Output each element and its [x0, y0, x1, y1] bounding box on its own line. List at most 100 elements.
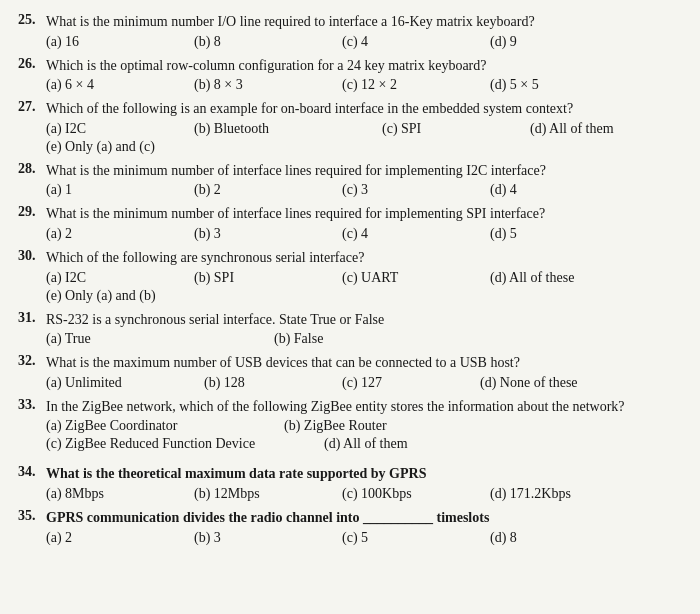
question-text: What is the minimum number I/O line requ…: [46, 12, 682, 32]
option: (c) UART: [342, 270, 482, 286]
options-line: (e) Only (a) and (b): [18, 288, 682, 304]
option: (b) SPI: [194, 270, 334, 286]
option: (d) 5: [490, 226, 630, 242]
options-line: (a) 8Mbps (b) 12Mbps (c) 100Kbps (d) 171.2K…: [18, 486, 682, 502]
question-line: 31.RS-232 is a synchronous serial interf…: [18, 310, 682, 330]
option: (c) ZigBee Reduced Function Device: [46, 436, 316, 452]
question-block: 33.In the ZigBee network, which of the f…: [18, 397, 682, 453]
question-line: 35.GPRS communication divides the radio …: [18, 508, 682, 528]
options-line: (a) 2 (b) 3 (c) 5 (d) 8: [18, 530, 682, 546]
question-line: 32.What is the maximum number of USB dev…: [18, 353, 682, 373]
question-line: 27.Which of the following is an example …: [18, 99, 682, 119]
options-line: (a) 16 (b) 8 (c) 4 (d) 9: [18, 34, 682, 50]
option: (c) SPI: [382, 121, 522, 137]
question-number: 29.: [18, 204, 46, 224]
option: (d) 171.2Kbps: [490, 486, 640, 502]
option: (b) 2: [194, 182, 334, 198]
options-line: (e) Only (a) and (c): [18, 139, 682, 155]
option: (a) 1: [46, 182, 186, 198]
option: (d) 9: [490, 34, 630, 50]
question-number: 32.: [18, 353, 46, 373]
option: (b) 3: [194, 226, 334, 242]
question-line: 34.What is the theoretical maximum data …: [18, 464, 682, 484]
option: (c) 127: [342, 375, 472, 391]
option: (a) 6 × 4: [46, 77, 186, 93]
option: (a) 16: [46, 34, 186, 50]
question-line: 33.In the ZigBee network, which of the f…: [18, 397, 682, 417]
option: (b) 12Mbps: [194, 486, 334, 502]
option: (b) 8 × 3: [194, 77, 334, 93]
question-block: 31.RS-232 is a synchronous serial interf…: [18, 310, 682, 348]
option: (d) 5 × 5: [490, 77, 630, 93]
questions-container: 25.What is the minimum number I/O line r…: [18, 12, 682, 546]
option: (a) Unlimited: [46, 375, 196, 391]
question-text: What is the maximum number of USB device…: [46, 353, 682, 373]
option: (e) Only (a) and (b): [46, 288, 674, 304]
question-block: 29.What is the minimum number of interfa…: [18, 204, 682, 242]
option: (b) ZigBee Router: [284, 418, 514, 434]
option: (d) All of them: [530, 121, 670, 137]
question-text: What is the minimum number of interface …: [46, 204, 682, 224]
question-number: 33.: [18, 397, 46, 417]
question-number: 25.: [18, 12, 46, 32]
option: (a) ZigBee Coordinator: [46, 418, 276, 434]
question-text: RS-232 is a synchronous serial interface…: [46, 310, 682, 330]
question-number: 34.: [18, 464, 46, 484]
question-text: In the ZigBee network, which of the foll…: [46, 397, 682, 417]
question-number: 30.: [18, 248, 46, 268]
question-text: GPRS communication divides the radio cha…: [46, 508, 682, 528]
options-line: (a) ZigBee Coordinator (b) ZigBee Router: [18, 418, 682, 434]
options-line: (a) 1 (b) 2 (c) 3 (d) 4: [18, 182, 682, 198]
question-line: 29.What is the minimum number of interfa…: [18, 204, 682, 224]
options-line: (a) True (b) False: [18, 331, 682, 347]
question-text: Which of the following is an example for…: [46, 99, 682, 119]
question-number: 28.: [18, 161, 46, 181]
option: (d) All of them: [324, 436, 524, 452]
option: (d) All of these: [490, 270, 630, 286]
question-block: 25.What is the minimum number I/O line r…: [18, 12, 682, 50]
option: (b) 128: [204, 375, 334, 391]
question-line: 26.Which is the optimal row-column confi…: [18, 56, 682, 76]
option: (c) 4: [342, 226, 482, 242]
question-block: 30.Which of the following are synchronou…: [18, 248, 682, 304]
option: (c) 100Kbps: [342, 486, 482, 502]
option: (e) Only (a) and (c): [46, 139, 674, 155]
option: (a) I2C: [46, 121, 186, 137]
option: (b) 8: [194, 34, 334, 50]
question-text: What is the theoretical maximum data rat…: [46, 464, 682, 484]
question-block: 34.What is the theoretical maximum data …: [18, 464, 682, 502]
question-number: 26.: [18, 56, 46, 76]
option: (c) 5: [342, 530, 482, 546]
question-number: 31.: [18, 310, 46, 330]
option: (c) 3: [342, 182, 482, 198]
question-number: 35.: [18, 508, 46, 528]
question-number: 27.: [18, 99, 46, 119]
question-block: 27.Which of the following is an example …: [18, 99, 682, 155]
option: (c) 4: [342, 34, 482, 50]
options-line: (c) ZigBee Reduced Function Device (d) Al…: [18, 436, 682, 452]
option: (b) 3: [194, 530, 334, 546]
option: (d) 8: [490, 530, 630, 546]
options-line: (a) 2 (b) 3 (c) 4 (d) 5: [18, 226, 682, 242]
question-block: 26.Which is the optimal row-column confi…: [18, 56, 682, 94]
option: (b) Bluetooth: [194, 121, 374, 137]
options-line: (a) Unlimited (b) 128 (c) 127 (d) None of t…: [18, 375, 682, 391]
question-text: What is the minimum number of interface …: [46, 161, 682, 181]
options-line: (a) I2C (b) SPI (c) UART (d) All of these: [18, 270, 682, 286]
option: (a) 2: [46, 530, 186, 546]
option: (d) None of these: [480, 375, 640, 391]
options-line: (a) 6 × 4(b) 8 × 3(c) 12 × 2(d) 5 × 5: [18, 77, 682, 93]
question-block: 28.What is the minimum number of interfa…: [18, 161, 682, 199]
option: (a) 2: [46, 226, 186, 242]
question-line: 25.What is the minimum number I/O line r…: [18, 12, 682, 32]
option: (a) True: [46, 331, 266, 347]
question-block: 35.GPRS communication divides the radio …: [18, 508, 682, 546]
option: (b) False: [274, 331, 494, 347]
question-line: 28.What is the minimum number of interfa…: [18, 161, 682, 181]
question-text: Which is the optimal row-column configur…: [46, 56, 682, 76]
option: (a) I2C: [46, 270, 186, 286]
question-block: 32.What is the maximum number of USB dev…: [18, 353, 682, 391]
option: (a) 8Mbps: [46, 486, 186, 502]
question-line: 30.Which of the following are synchronou…: [18, 248, 682, 268]
option: (d) 4: [490, 182, 630, 198]
